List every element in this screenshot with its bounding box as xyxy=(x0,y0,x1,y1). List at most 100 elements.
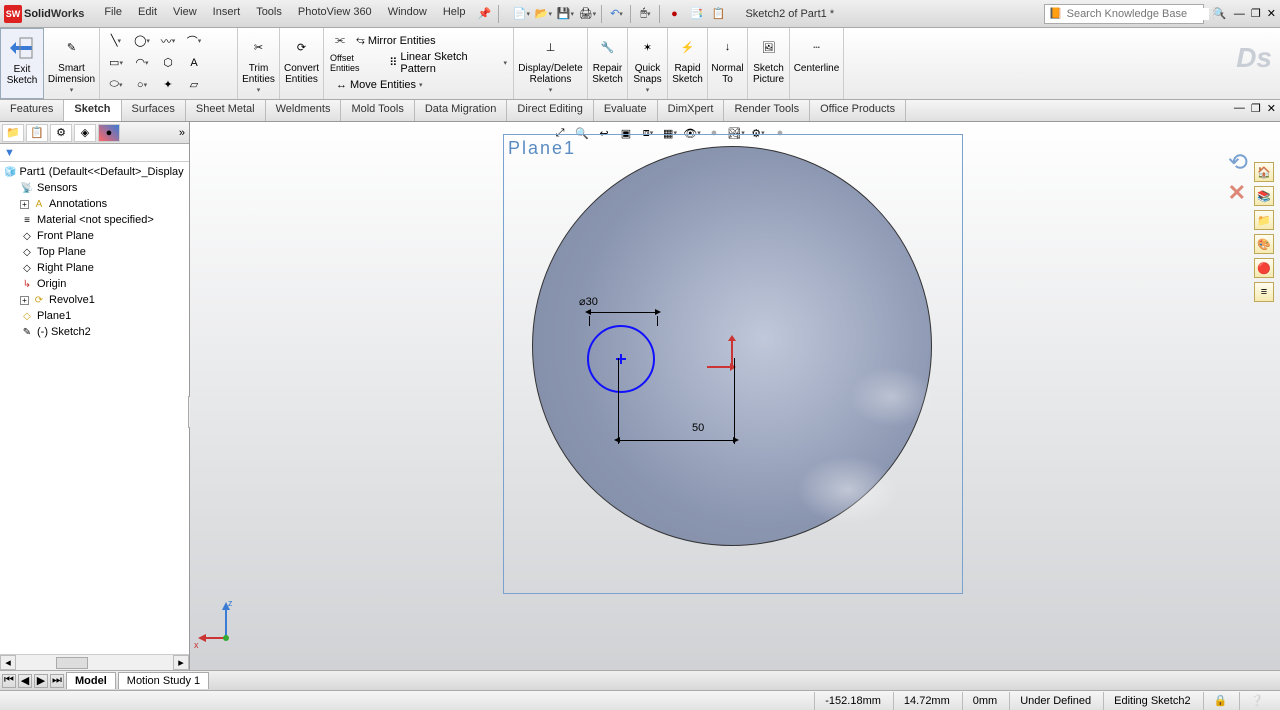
ellipse-icon[interactable]: ○▾ xyxy=(132,76,152,94)
sketch-picture-button[interactable]: 🖼 Sketch Picture xyxy=(748,28,790,99)
fillet-icon[interactable]: ⌒▾ xyxy=(184,32,204,50)
diameter-dimension[interactable]: ⌀30 xyxy=(579,290,598,310)
tree-plane1[interactable]: ◇Plane1 xyxy=(2,308,187,324)
mirror-entities-button[interactable]: ⥃Mirror Entities xyxy=(356,34,436,47)
menu-edit[interactable]: Edit xyxy=(130,3,165,25)
tab-features[interactable]: Features xyxy=(0,100,64,121)
centerline-button[interactable]: ┄ Centerline xyxy=(790,28,844,99)
plane-icon[interactable]: ▱ xyxy=(184,76,204,94)
smart-dimension-button[interactable]: ✎ Smart Dimension ▾ xyxy=(44,28,100,99)
tab-sheet-metal[interactable]: Sheet Metal xyxy=(186,100,266,121)
tree-root[interactable]: 🧊Part1 (Default<<Default>_Display State … xyxy=(2,164,187,180)
text-icon[interactable]: A xyxy=(184,54,204,72)
tab-data-migration[interactable]: Data Migration xyxy=(415,100,508,121)
move-entities-button[interactable]: ↔Move Entities▾ xyxy=(336,79,423,91)
resources-tab-icon[interactable]: 🏠 xyxy=(1254,162,1274,182)
cancel-corner-icon[interactable]: ✕ xyxy=(1228,180,1246,206)
confirm-corner-icon[interactable]: ⟲ xyxy=(1228,148,1248,177)
scroll-thumb[interactable] xyxy=(56,657,88,669)
tab-weldments[interactable]: Weldments xyxy=(266,100,342,121)
tree-sensors[interactable]: 📡Sensors xyxy=(2,180,187,196)
status-options-icon[interactable]: ❔ xyxy=(1239,692,1274,710)
tree-origin[interactable]: ↳Origin xyxy=(2,276,187,292)
tab-dimxpert[interactable]: DimXpert xyxy=(658,100,725,121)
search-input[interactable] xyxy=(1067,8,1209,20)
tab-nav-first-icon[interactable]: ⏮ xyxy=(2,674,16,688)
view-palette-tab-icon[interactable]: 🎨 xyxy=(1254,234,1274,254)
menu-window[interactable]: Window xyxy=(380,3,435,25)
graphics-viewport[interactable]: ⤢ 🔍 ↩ ▣ ⧈▾ ▦▾ 👁▾ ● 🏞▾ ⚙▾ ● ⟲ ✕ Plane1 ⌀3… xyxy=(190,122,1280,670)
design-library-tab-icon[interactable]: 📚 xyxy=(1254,186,1274,206)
spline-icon[interactable]: 〰▾ xyxy=(158,32,178,50)
rapid-sketch-button[interactable]: ⚡ Rapid Sketch xyxy=(668,28,708,99)
close-icon[interactable]: ✕ xyxy=(1267,7,1276,20)
display-delete-relations-button[interactable]: ⊥ Display/Delete Relations ▾ xyxy=(514,28,588,99)
tree-right-plane[interactable]: ◇Right Plane xyxy=(2,260,187,276)
undo-icon[interactable]: ↶▾ xyxy=(605,3,627,25)
mdi-restore-icon[interactable]: ❐ xyxy=(1251,102,1261,115)
appearance-tab[interactable]: ● xyxy=(98,124,120,142)
expand-icon[interactable]: + xyxy=(20,296,29,305)
exit-sketch-button[interactable]: Exit Sketch xyxy=(0,28,44,99)
rectangle-icon[interactable]: ▭▾ xyxy=(106,54,126,72)
repair-sketch-button[interactable]: 🔧 Repair Sketch xyxy=(588,28,628,99)
panel-expand-icon[interactable]: » xyxy=(179,127,185,139)
tab-evaluate[interactable]: Evaluate xyxy=(594,100,658,121)
arc-icon[interactable]: ◠▾ xyxy=(132,54,152,72)
line-icon[interactable]: ╲▾ xyxy=(106,32,126,50)
select-icon[interactable]: 🖱▾ xyxy=(634,3,656,25)
options-icon[interactable]: 📑 xyxy=(685,3,707,25)
minimize-icon[interactable]: — xyxy=(1234,8,1245,20)
tab-mold-tools[interactable]: Mold Tools xyxy=(341,100,414,121)
mdi-close-icon[interactable]: ✕ xyxy=(1267,102,1276,115)
scroll-right-icon[interactable]: ▸ xyxy=(173,655,189,670)
status-units-icon[interactable]: 🔒 xyxy=(1203,692,1238,710)
slot-icon[interactable]: ⬭▾ xyxy=(106,76,126,94)
trim-entities-button[interactable]: ✂ Trim Entities ▾ xyxy=(238,28,280,99)
tab-nav-prev-icon[interactable]: ◀ xyxy=(18,674,32,688)
tree-filter[interactable]: ▼ xyxy=(0,144,189,162)
property-manager-tab[interactable]: 📋 xyxy=(26,124,48,142)
quick-snaps-button[interactable]: ✶ Quick Snaps ▾ xyxy=(628,28,668,99)
circle-icon[interactable]: ◯▾ xyxy=(132,32,152,50)
new-icon[interactable]: 📄▾ xyxy=(510,3,532,25)
appearances-tab-icon[interactable]: 🔴 xyxy=(1254,258,1274,278)
tree-annotations[interactable]: +AAnnotations xyxy=(2,196,187,212)
point-icon[interactable]: ✦ xyxy=(158,76,178,94)
feature-tree-tab[interactable]: 📁 xyxy=(2,124,24,142)
model-tab[interactable]: Model xyxy=(66,672,116,689)
tree-sketch2[interactable]: ✎(-) Sketch2 xyxy=(2,324,187,340)
motion-study-tab[interactable]: Motion Study 1 xyxy=(118,672,209,689)
properties-icon[interactable]: 📋 xyxy=(707,3,729,25)
expand-icon[interactable]: + xyxy=(20,200,29,209)
menu-tools[interactable]: Tools xyxy=(248,3,290,25)
tree-top-plane[interactable]: ◇Top Plane xyxy=(2,244,187,260)
sketch-circle-entity[interactable] xyxy=(587,325,655,393)
menu-insert[interactable]: Insert xyxy=(205,3,249,25)
open-icon[interactable]: 📂▾ xyxy=(532,3,554,25)
help-dropdown-icon[interactable]: ❔▾ xyxy=(1204,3,1226,25)
tab-nav-last-icon[interactable]: ⏭ xyxy=(50,674,64,688)
convert-entities-button[interactable]: ⟳ Convert Entities xyxy=(280,28,324,99)
dimxpert-tab[interactable]: ◈ xyxy=(74,124,96,142)
tab-direct-editing[interactable]: Direct Editing xyxy=(507,100,593,121)
tab-nav-next-icon[interactable]: ▶ xyxy=(34,674,48,688)
print-icon[interactable]: 🖨▾ xyxy=(576,3,598,25)
custom-props-tab-icon[interactable]: ≡ xyxy=(1254,282,1274,302)
mdi-minimize-icon[interactable]: — xyxy=(1234,102,1245,115)
linear-pattern-button[interactable]: ⠿Linear Sketch Pattern▾ xyxy=(389,51,507,75)
configuration-tab[interactable]: ⚙ xyxy=(50,124,72,142)
tab-office-products[interactable]: Office Products xyxy=(810,100,906,121)
tree-material[interactable]: ≡Material <not specified> xyxy=(2,212,187,228)
tree-revolve1[interactable]: +⟳Revolve1 xyxy=(2,292,187,308)
offset-icon[interactable]: ⫘ xyxy=(330,32,350,50)
file-explorer-tab-icon[interactable]: 📁 xyxy=(1254,210,1274,230)
tab-sketch[interactable]: Sketch xyxy=(64,100,121,121)
menu-file[interactable]: File xyxy=(96,3,130,25)
pushpin-icon[interactable]: 📌 xyxy=(473,3,495,25)
menu-view[interactable]: View xyxy=(165,3,205,25)
save-icon[interactable]: 💾▾ xyxy=(554,3,576,25)
scroll-left-icon[interactable]: ◂ xyxy=(0,655,16,670)
rebuild-icon[interactable]: ● xyxy=(663,3,685,25)
panel-hscroll[interactable]: ◂ ▸ xyxy=(0,654,189,670)
